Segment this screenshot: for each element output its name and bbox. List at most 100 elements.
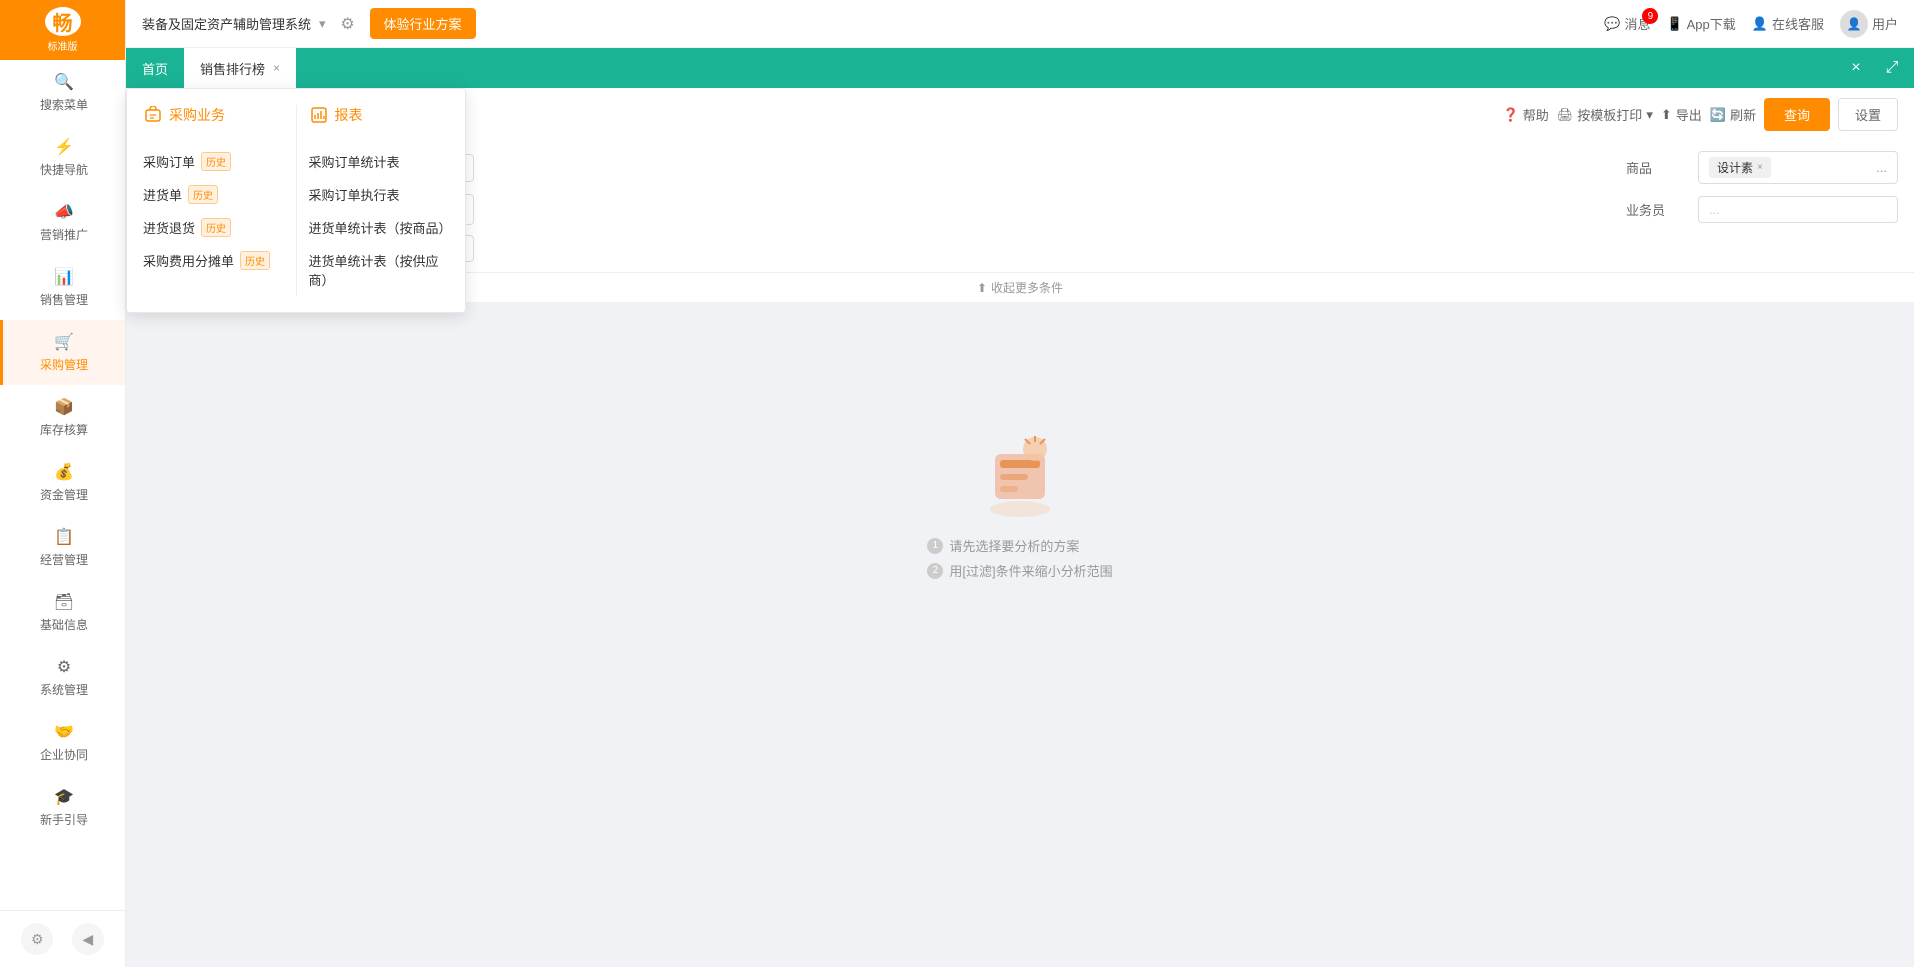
print-template-btn[interactable]: 🖨 按模板打印 ▾ — [1557, 105, 1653, 124]
logo-icon: 畅 — [45, 7, 81, 36]
report-section-label: 报表 — [335, 105, 363, 125]
sidebar-bottom: ⚙ ◀ — [0, 910, 125, 967]
sidebar-item-label-cooperation: 企业协同 — [40, 746, 88, 763]
basic-info-icon: 🗃 — [54, 592, 74, 612]
sidebar-item-inventory[interactable]: 📦 库存核算 — [0, 385, 125, 450]
inbound-stat-product-label: 进货单统计表（按商品） — [309, 218, 450, 237]
app-download-btn[interactable]: 📱 App下载 — [1666, 14, 1735, 33]
salesperson-input[interactable]: ... — [1698, 196, 1898, 223]
purchase-order-stat-label: 采购订单统计表 — [309, 152, 400, 171]
help-btn[interactable]: ❓ 帮助 — [1503, 105, 1549, 124]
quick-nav-icon: ⚡ — [54, 137, 74, 157]
dropdown-item-inbound-stat-supplier[interactable]: 进货单统计表（按供应商） — [309, 244, 450, 296]
sidebar-item-search[interactable]: 🔍 搜索菜单 — [0, 60, 125, 125]
tip-text-1: 请先选择要分析的方案 — [949, 536, 1079, 555]
report-section: 报表 采购订单统计表 采购订单执行表 进货单统计表（按商品） 进货单统计表（按供… — [309, 105, 450, 296]
system-icon: ⚙ — [54, 657, 74, 677]
tab-sales-rank-close[interactable]: × — [273, 61, 280, 75]
export-btn[interactable]: ⬆ 导出 — [1661, 105, 1702, 124]
export-label: 导出 — [1676, 105, 1702, 124]
sidebar-item-purchase[interactable]: 🛒 采购管理 — [0, 320, 125, 385]
tip-num-2: 2 — [927, 563, 943, 579]
sidebar-item-basic-info[interactable]: 🗃 基础信息 — [0, 580, 125, 645]
collapse-chevron-icon: ⬆ — [977, 281, 987, 295]
purchase-icon: 🛒 — [54, 332, 74, 352]
sidebar-item-marketing[interactable]: 📣 营销推广 — [0, 190, 125, 255]
sidebar-item-label-quick-nav: 快捷导航 — [40, 161, 88, 178]
sidebar-item-quick-nav[interactable]: ⚡ 快捷导航 — [0, 125, 125, 190]
product-more[interactable]: ... — [1876, 160, 1887, 175]
purchase-expense-label: 采购费用分摊单 — [143, 251, 234, 270]
purchase-section: 采购业务 采购订单 历史 进货单 历史 进货退货 历史 采购费用分摊单 历史 — [143, 105, 284, 296]
tab-close-all-btn[interactable]: × — [1842, 54, 1870, 82]
logo-subtitle: 标准版 — [48, 38, 78, 53]
empty-tip-2: 2 用[过滤]条件来缩小分析范围 — [927, 561, 1112, 580]
guide-icon: 🎓 — [54, 787, 74, 807]
topbar-settings-icon[interactable]: ⚙ — [334, 10, 362, 38]
purchase-section-icon — [143, 105, 163, 125]
sidebar-nav: 🔍 搜索菜单 ⚡ 快捷导航 📣 营销推广 📊 销售管理 🛒 采购管理 📦 库存核… — [0, 60, 125, 910]
inbound-return-history: 历史 — [201, 218, 231, 237]
product-tag-close[interactable]: × — [1757, 162, 1763, 173]
product-input[interactable]: 设计素 × ... — [1698, 151, 1898, 184]
tab-expand-btn[interactable]: ⤢ — [1878, 54, 1906, 82]
query-btn[interactable]: 查询 — [1764, 98, 1830, 131]
tab-sales-rank-label: 销售排行榜 — [200, 59, 265, 78]
online-service-label: 在线客服 — [1772, 14, 1824, 33]
sidebar: 畅 标准版 🔍 搜索菜单 ⚡ 快捷导航 📣 营销推广 📊 销售管理 🛒 采购管理… — [0, 0, 126, 967]
dropdown-item-inbound[interactable]: 进货单 历史 — [143, 178, 284, 211]
dropdown-item-purchase-order[interactable]: 采购订单 历史 — [143, 145, 284, 178]
sidebar-item-label-sales: 销售管理 — [40, 291, 88, 308]
system-name: 装备及固定资产辅助管理系统 — [142, 14, 311, 33]
dropdown-item-purchase-expense[interactable]: 采购费用分摊单 历史 — [143, 244, 284, 277]
inbound-return-label: 进货退货 — [143, 218, 195, 237]
tabbar-actions: × ⤢ — [1842, 54, 1914, 82]
user-avatar: 👤 — [1840, 10, 1868, 38]
refresh-btn[interactable]: 🔄 刷新 — [1710, 105, 1756, 124]
settings-btn[interactable]: 设置 — [1838, 98, 1898, 131]
dropdown-item-purchase-order-stat[interactable]: 采购订单统计表 — [309, 145, 450, 178]
sidebar-item-label-system: 系统管理 — [40, 681, 88, 698]
tab-home[interactable]: 首页 — [126, 48, 184, 88]
refresh-label: 刷新 — [1730, 105, 1756, 124]
dropdown-menu: 采购业务 采购订单 历史 进货单 历史 进货退货 历史 采购费用分摊单 历史 — [126, 88, 466, 313]
dropdown-item-inbound-stat-product[interactable]: 进货单统计表（按商品） — [309, 211, 450, 244]
app-download-label: App下载 — [1687, 14, 1736, 33]
sidebar-settings-btn[interactable]: ⚙ — [21, 923, 53, 955]
sidebar-item-operations[interactable]: 📋 经营管理 — [0, 515, 125, 580]
topbar-dropdown-icon[interactable]: ▾ — [319, 16, 326, 32]
sidebar-item-cooperation[interactable]: 🤝 企业协同 — [0, 710, 125, 775]
inventory-icon: 📦 — [54, 397, 74, 417]
user-btn[interactable]: 👤 用户 — [1840, 10, 1898, 38]
empty-state: 1 请先选择要分析的方案 2 用[过滤]条件来缩小分析范围 — [126, 302, 1914, 702]
sidebar-item-finance[interactable]: 💰 资金管理 — [0, 450, 125, 515]
empty-tips: 1 请先选择要分析的方案 2 用[过滤]条件来缩小分析范围 — [927, 536, 1112, 580]
service-icon: 👤 — [1752, 16, 1768, 32]
tabbar: 首页 销售排行榜 × × ⤢ — [126, 48, 1914, 88]
sidebar-item-guide[interactable]: 🎓 新手引导 — [0, 775, 125, 840]
sidebar-collapse-btn[interactable]: ◀ — [72, 923, 104, 955]
empty-illustration — [970, 424, 1070, 524]
industry-btn[interactable]: 体验行业方案 — [370, 8, 476, 39]
report-section-icon — [309, 105, 329, 125]
operations-icon: 📋 — [54, 527, 74, 547]
dropdown-item-inbound-return[interactable]: 进货退货 历史 — [143, 211, 284, 244]
sidebar-item-label-marketing: 营销推广 — [40, 226, 88, 243]
topbar: 装备及固定资产辅助管理系统 ▾ ⚙ 体验行业方案 💬 消息 9 📱 App下载 … — [126, 0, 1914, 48]
tab-home-label: 首页 — [142, 59, 168, 78]
sidebar-item-system[interactable]: ⚙ 系统管理 — [0, 645, 125, 710]
purchase-order-label: 采购订单 — [143, 152, 195, 171]
report-section-title: 报表 — [309, 105, 450, 133]
sidebar-item-sales[interactable]: 📊 销售管理 — [0, 255, 125, 320]
dropdown-item-purchase-order-exec[interactable]: 采购订单执行表 — [309, 178, 450, 211]
topbar-right: 💬 消息 9 📱 App下载 👤 在线客服 👤 用户 — [1604, 10, 1898, 38]
tab-sales-rank[interactable]: 销售排行榜 × — [184, 48, 296, 88]
purchase-order-exec-label: 采购订单执行表 — [309, 185, 400, 204]
dropdown-sections: 采购业务 采购订单 历史 进货单 历史 进货退货 历史 采购费用分摊单 历史 — [143, 105, 449, 296]
inbound-label: 进货单 — [143, 185, 182, 204]
topbar-left: 装备及固定资产辅助管理系统 ▾ ⚙ 体验行业方案 — [142, 8, 476, 39]
empty-tip-1: 1 请先选择要分析的方案 — [927, 536, 1112, 555]
refresh-icon: 🔄 — [1710, 107, 1726, 123]
message-btn[interactable]: 💬 消息 9 — [1604, 14, 1650, 33]
online-service-btn[interactable]: 👤 在线客服 — [1752, 14, 1824, 33]
